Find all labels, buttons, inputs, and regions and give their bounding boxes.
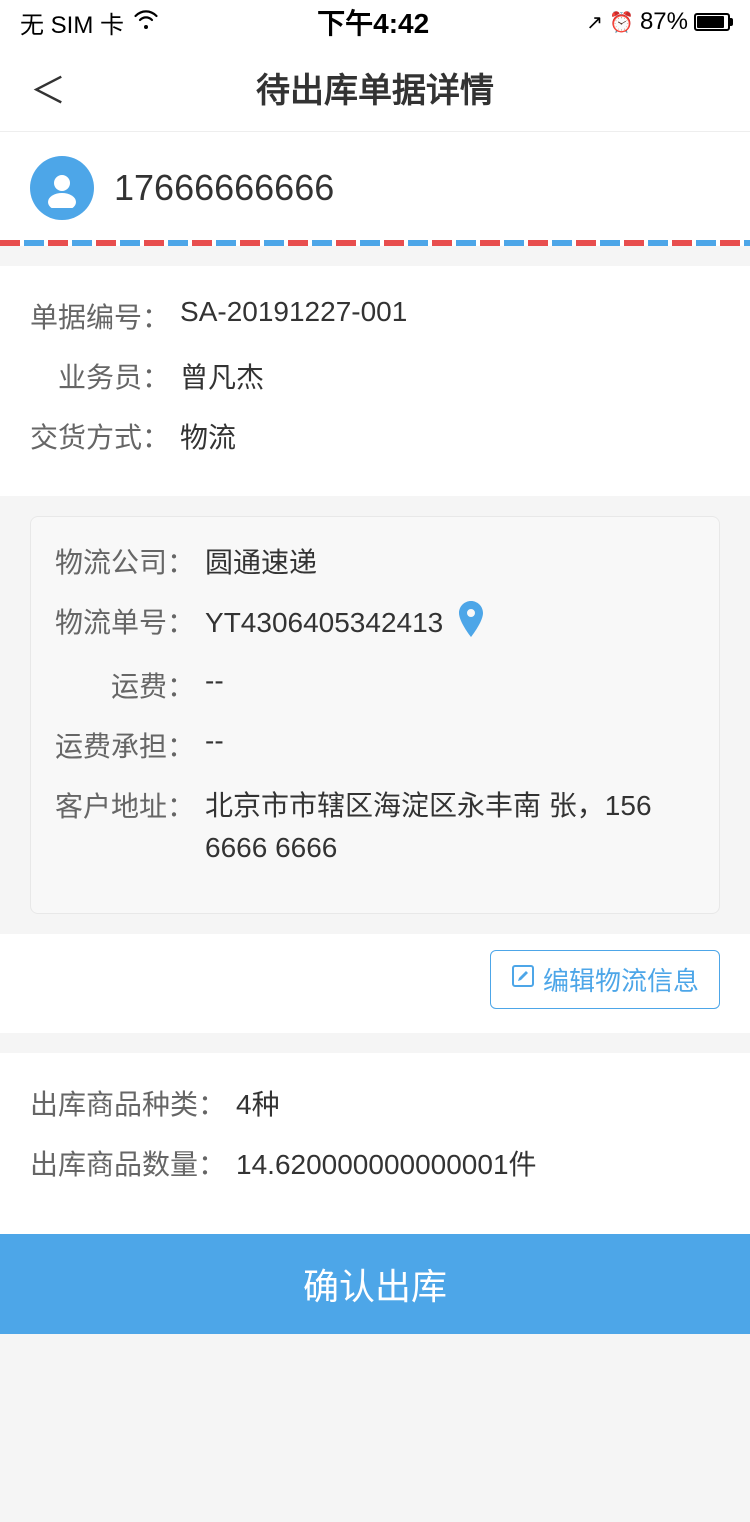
salesperson-label: 业务员：: [30, 356, 170, 396]
freight-bearer-row: 运费承担： --: [55, 725, 695, 765]
tracking-number: YT4306405342413: [205, 607, 443, 639]
avatar: [30, 156, 94, 220]
location-status-icon: ↗: [586, 10, 603, 35]
status-bar: 无 SIM 卡 下午4:42 ↗ ⏰ 87%: [0, 0, 750, 44]
tracking-value: YT4306405342413: [205, 601, 695, 645]
order-no-label: 单据编号：: [30, 296, 170, 336]
delivery-value: 物流: [180, 416, 720, 456]
freight-value: --: [205, 665, 695, 697]
freight-label: 运费：: [55, 665, 195, 705]
back-button[interactable]: ＜: [30, 62, 66, 114]
order-info-section: 单据编号： SA-20191227-001 业务员： 曾凡杰 交货方式： 物流: [0, 266, 750, 496]
goods-section: 出库商品种类： 4种 出库商品数量： 14.620000000000001件: [0, 1053, 750, 1223]
goods-quantity-label: 出库商品数量：: [30, 1143, 226, 1183]
confirm-btn-text: 确认出库: [303, 1258, 447, 1310]
tracking-location-icon[interactable]: [455, 601, 487, 645]
goods-quantity-value: 14.620000000000001件: [236, 1143, 720, 1183]
customer-header: 17666666666: [0, 132, 750, 240]
freight-bearer-label: 运费承担：: [55, 725, 195, 765]
address-row: 客户地址： 北京市市辖区海淀区永丰南 张，156 6666 6666: [55, 785, 695, 869]
status-time: 下午4:42: [317, 2, 429, 42]
freight-bearer-value: --: [205, 725, 695, 757]
edit-logistics-button[interactable]: 编辑物流信息: [490, 950, 720, 1009]
freight-row: 运费： --: [55, 665, 695, 705]
delivery-row: 交货方式： 物流: [30, 416, 720, 456]
order-no-value: SA-20191227-001: [180, 296, 720, 328]
logistics-company-label: 物流公司：: [55, 541, 195, 581]
status-left: 无 SIM 卡: [20, 5, 160, 40]
section-gap-2: [0, 1033, 750, 1053]
page-title: 待出库单据详情: [86, 63, 664, 112]
nav-bar: ＜ 待出库单据详情: [0, 44, 750, 132]
goods-quantity-row: 出库商品数量： 14.620000000000001件: [30, 1143, 720, 1183]
battery-icon: [694, 13, 730, 31]
bottom-space: [0, 1322, 750, 1522]
carrier-text: 无 SIM 卡: [20, 5, 124, 40]
alarm-icon: ⏰: [609, 10, 634, 35]
goods-types-row: 出库商品种类： 4种: [30, 1083, 720, 1123]
goods-types-value: 4种: [236, 1083, 720, 1123]
address-label: 客户地址：: [55, 785, 195, 825]
logistics-company-value: 圆通速递: [205, 541, 695, 581]
tracking-row: 物流单号： YT4306405342413: [55, 601, 695, 645]
address-value: 北京市市辖区海淀区永丰南 张，156 6666 6666: [205, 785, 695, 869]
edit-btn-label: 编辑物流信息: [543, 961, 699, 998]
section-gap-1: [0, 246, 750, 266]
edit-btn-row: 编辑物流信息: [0, 934, 750, 1033]
salesperson-row: 业务员： 曾凡杰: [30, 356, 720, 396]
logistics-card: 物流公司： 圆通速递 物流单号： YT4306405342413 运费： -- …: [30, 516, 720, 914]
confirm-btn-bar[interactable]: 确认出库: [0, 1234, 750, 1334]
wifi-icon: [132, 8, 160, 36]
delivery-label: 交货方式：: [30, 416, 170, 456]
logistics-company-row: 物流公司： 圆通速递: [55, 541, 695, 581]
order-no-row: 单据编号： SA-20191227-001: [30, 296, 720, 336]
battery-percent: 87%: [640, 8, 688, 36]
tracking-label: 物流单号：: [55, 601, 195, 641]
customer-phone: 17666666666: [114, 167, 334, 209]
edit-icon: [511, 964, 535, 995]
goods-types-label: 出库商品种类：: [30, 1083, 226, 1123]
salesperson-value: 曾凡杰: [180, 356, 720, 396]
status-right: ↗ ⏰ 87%: [586, 8, 730, 36]
